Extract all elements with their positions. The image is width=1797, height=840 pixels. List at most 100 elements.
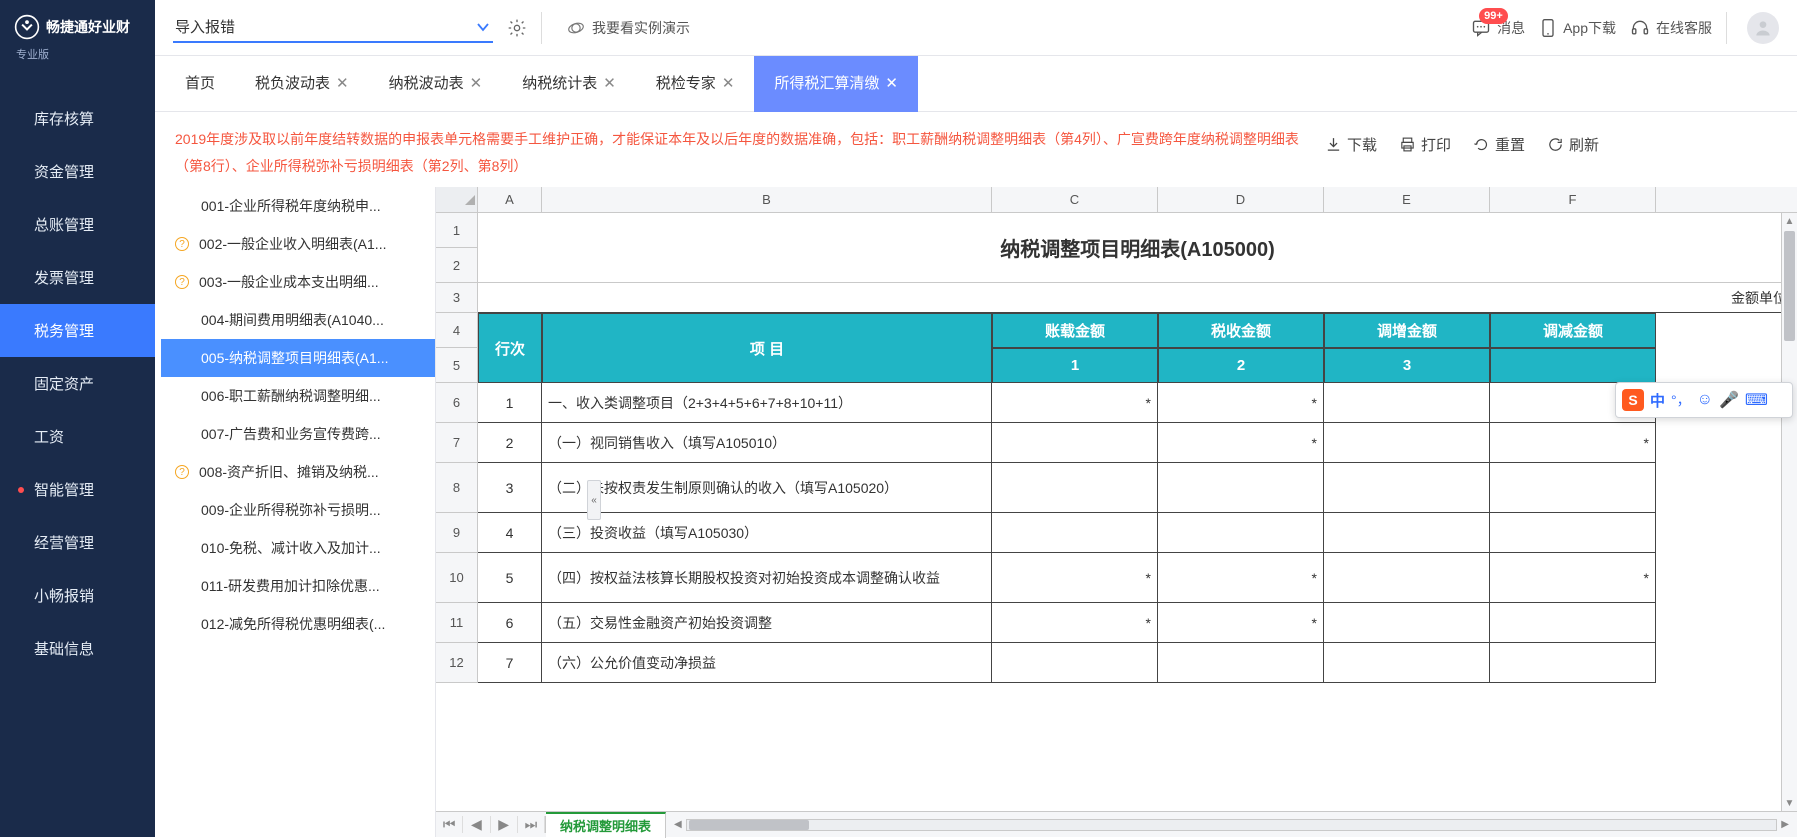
search-input[interactable]: 导入报错	[173, 12, 493, 43]
cell[interactable]	[992, 423, 1158, 463]
ime-mic-icon[interactable]: 🎤	[1719, 390, 1739, 410]
cell[interactable]: （二）未按权责发生制原则确认的收入（填写A105020）	[542, 463, 992, 513]
cell[interactable]	[1490, 463, 1656, 513]
col-header[interactable]: D	[1158, 187, 1324, 212]
form-list-item[interactable]: 006-职工薪酬纳税调整明细...	[161, 377, 435, 415]
close-icon[interactable]: ✕	[885, 56, 898, 112]
close-icon[interactable]: ✕	[603, 56, 616, 112]
last-icon[interactable]: ⏭	[518, 816, 545, 833]
cell[interactable]: 7	[478, 643, 542, 683]
scroll-thumb[interactable]	[1784, 231, 1795, 341]
cell[interactable]: （一）视同销售收入（填写A105010）	[542, 423, 992, 463]
form-list-item[interactable]: 004-期间费用明细表(A1040...	[161, 301, 435, 339]
cell[interactable]: 4	[478, 513, 542, 553]
form-list-item[interactable]: 012-减免所得税优惠明细表(...	[161, 605, 435, 643]
sidebar-item[interactable]: 智能管理	[0, 463, 155, 516]
ime-toolbar[interactable]: S 中 °， ☺ 🎤 ⌨	[1615, 382, 1793, 418]
cell[interactable]	[1324, 513, 1490, 553]
row-header[interactable]: 5	[436, 348, 478, 383]
sidebar-item[interactable]: 资金管理	[0, 145, 155, 198]
scroll-thumb[interactable]	[689, 820, 809, 830]
refresh-button[interactable]: 刷新	[1547, 134, 1599, 155]
sidebar-item[interactable]: 经营管理	[0, 516, 155, 569]
close-icon[interactable]: ✕	[722, 56, 735, 112]
cell[interactable]	[1158, 513, 1324, 553]
form-list-item[interactable]: 005-纳税调整项目明细表(A1...	[161, 339, 435, 377]
sidebar-item[interactable]: 小畅报销	[0, 569, 155, 622]
ime-punct-icon[interactable]: °，	[1671, 390, 1691, 410]
row-header[interactable]: 12	[436, 643, 478, 683]
tab[interactable]: 所得税汇算清缴✕	[754, 56, 918, 112]
first-icon[interactable]: ⏮	[436, 816, 463, 833]
cell[interactable]: *	[1490, 553, 1656, 603]
reset-button[interactable]: 重置	[1473, 134, 1525, 155]
cell[interactable]	[1324, 383, 1490, 423]
col-header[interactable]: E	[1324, 187, 1490, 212]
cell[interactable]	[1490, 603, 1656, 643]
message-button[interactable]: 99+ 消息	[1471, 18, 1525, 38]
row-header[interactable]: 6	[436, 383, 478, 423]
help-icon[interactable]: ?	[175, 465, 189, 479]
cell[interactable]: （六）公允价值变动净损益	[542, 643, 992, 683]
col-header[interactable]: C	[992, 187, 1158, 212]
cell[interactable]: 1	[478, 383, 542, 423]
ime-keyboard-icon[interactable]: ⌨	[1745, 390, 1768, 410]
sheet-tab[interactable]: 纳税调整明细表	[546, 812, 666, 838]
customer-service-button[interactable]: 在线客服	[1630, 18, 1712, 38]
col-header[interactable]: F	[1490, 187, 1656, 212]
ime-emoji-icon[interactable]: ☺	[1697, 391, 1713, 409]
form-list-item[interactable]: 011-研发费用加计扣除优惠...	[161, 567, 435, 605]
cell[interactable]	[1324, 603, 1490, 643]
col-header[interactable]: A	[478, 187, 542, 212]
row-header[interactable]: 10	[436, 553, 478, 603]
cell[interactable]: 一、收入类调整项目（2+3+4+5+6+7+8+10+11）	[542, 383, 992, 423]
sidebar-item[interactable]: 工资	[0, 410, 155, 463]
cell[interactable]: *	[992, 383, 1158, 423]
cell[interactable]	[1324, 463, 1490, 513]
cell[interactable]: *	[1158, 603, 1324, 643]
tab[interactable]: 税检专家✕	[636, 56, 755, 112]
cell[interactable]: 6	[478, 603, 542, 643]
scroll-left-icon[interactable]: ◀	[670, 819, 686, 830]
avatar[interactable]	[1747, 12, 1779, 44]
cell[interactable]	[992, 643, 1158, 683]
prev-icon[interactable]: ◀	[463, 816, 490, 833]
close-icon[interactable]: ✕	[470, 56, 483, 112]
cell[interactable]	[1158, 463, 1324, 513]
cell[interactable]: 2	[478, 423, 542, 463]
sheet-tab-nav[interactable]: ⏮ ◀ ▶ ⏭	[436, 816, 546, 833]
row-header[interactable]: 9	[436, 513, 478, 553]
cell[interactable]: （四）按权益法核算长期股权投资对初始投资成本调整确认收益	[542, 553, 992, 603]
sheet-scroll[interactable]: 1 2 3 4 5 6 7 8 9 10 11 12	[436, 213, 1797, 811]
form-list-item[interactable]: 009-企业所得税弥补亏损明...	[161, 491, 435, 529]
sidebar-item[interactable]: 税务管理	[0, 304, 155, 357]
cell[interactable]	[1324, 643, 1490, 683]
demo-link[interactable]: 我要看实例演示	[566, 18, 690, 38]
cell[interactable]: *	[1158, 423, 1324, 463]
close-icon[interactable]: ✕	[336, 56, 349, 112]
cell[interactable]	[992, 463, 1158, 513]
help-icon[interactable]: ?	[175, 237, 189, 251]
row-header[interactable]: 4	[436, 313, 478, 348]
sidebar-item[interactable]: 固定资产	[0, 357, 155, 410]
col-header[interactable]: B	[542, 187, 992, 212]
help-icon[interactable]: ?	[175, 275, 189, 289]
sidebar-item[interactable]: 发票管理	[0, 251, 155, 304]
scroll-right-icon[interactable]: ▶	[1777, 819, 1793, 830]
tab[interactable]: 纳税波动表✕	[369, 56, 503, 112]
vertical-scrollbar[interactable]: ▲ ▼	[1781, 213, 1797, 811]
cell[interactable]: （三）投资收益（填写A105030）	[542, 513, 992, 553]
cell[interactable]: *	[1158, 383, 1324, 423]
sidebar-item[interactable]: 总账管理	[0, 198, 155, 251]
cell[interactable]	[992, 513, 1158, 553]
app-download-button[interactable]: App下载	[1539, 18, 1616, 38]
form-list-item[interactable]: 007-广告费和业务宣传费跨...	[161, 415, 435, 453]
next-icon[interactable]: ▶	[491, 816, 518, 833]
form-list-item[interactable]: 010-免税、减计收入及加计...	[161, 529, 435, 567]
ime-lang[interactable]: 中	[1650, 390, 1665, 411]
row-header[interactable]: 3	[436, 283, 478, 313]
chevron-down-icon[interactable]	[475, 19, 491, 35]
row-header[interactable]: 8	[436, 463, 478, 513]
cell[interactable]	[1324, 423, 1490, 463]
form-list-item[interactable]: ?002-一般企业收入明细表(A1...	[161, 225, 435, 263]
